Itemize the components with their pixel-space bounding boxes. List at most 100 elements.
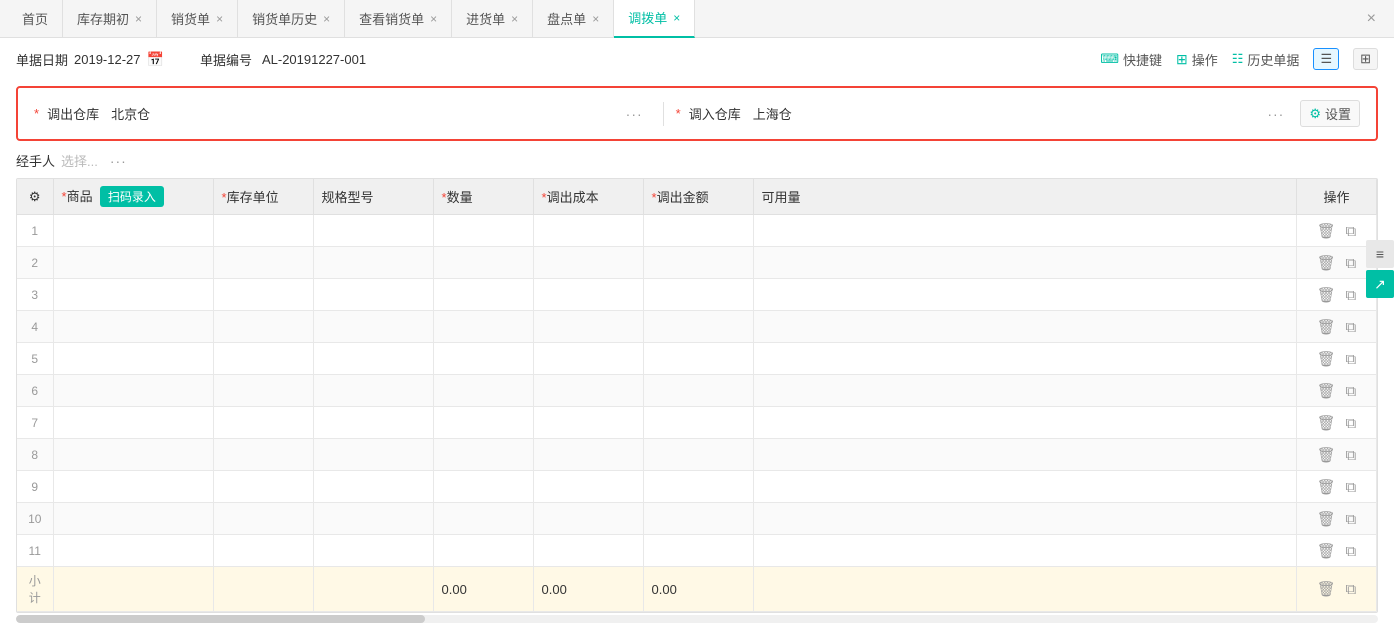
delete-icon[interactable]: 🗑 — [1317, 223, 1336, 240]
delete-icon[interactable]: 🗑 — [1317, 351, 1336, 368]
cell-product[interactable] — [53, 407, 213, 439]
operation-btn[interactable]: ⊞ 操作 — [1176, 50, 1218, 69]
cell-amount[interactable] — [643, 311, 753, 343]
cell-amount[interactable] — [643, 439, 753, 471]
float-expand-btn[interactable]: ↗ — [1366, 270, 1394, 298]
tab-home[interactable]: 首页 — [8, 0, 63, 38]
copy-icon[interactable]: ⧉ — [1345, 511, 1356, 528]
delete-icon[interactable]: 🗑 — [1317, 319, 1336, 336]
copy-icon[interactable]: ⧉ — [1345, 479, 1356, 496]
cell-qty[interactable] — [433, 439, 533, 471]
transfer-out-more-btn[interactable]: ··· — [618, 106, 651, 122]
cell-amount[interactable] — [643, 279, 753, 311]
cell-cost[interactable] — [533, 343, 643, 375]
close-transfer[interactable]: × — [673, 11, 680, 25]
copy-icon[interactable]: ⧉ — [1345, 255, 1356, 272]
cell-cost[interactable] — [533, 279, 643, 311]
cell-product[interactable] — [53, 471, 213, 503]
cell-qty[interactable] — [433, 407, 533, 439]
close-stock-init[interactable]: × — [135, 12, 142, 26]
tab-sales-order[interactable]: 销货单 × — [157, 0, 238, 38]
tab-inventory[interactable]: 盘点单 × — [533, 0, 614, 38]
cell-qty[interactable] — [433, 375, 533, 407]
person-more-btn[interactable]: ··· — [110, 153, 127, 169]
cell-amount[interactable] — [643, 471, 753, 503]
float-list-btn[interactable]: ≡ — [1366, 240, 1394, 268]
cell-product[interactable] — [53, 279, 213, 311]
cell-amount[interactable] — [643, 535, 753, 567]
transfer-in-more-btn[interactable]: ··· — [1259, 106, 1292, 122]
subtotal-delete-icon[interactable]: 🗑 — [1317, 581, 1336, 598]
copy-icon[interactable]: ⧉ — [1345, 319, 1356, 336]
close-sales-history[interactable]: × — [323, 12, 330, 26]
cell-amount[interactable] — [643, 375, 753, 407]
close-sales-order[interactable]: × — [216, 12, 223, 26]
cell-cost[interactable] — [533, 375, 643, 407]
horizontal-scrollbar[interactable] — [16, 615, 1378, 623]
cell-amount[interactable] — [643, 215, 753, 247]
tab-purchase[interactable]: 进货单 × — [452, 0, 533, 38]
delete-icon[interactable]: 🗑 — [1317, 287, 1336, 304]
copy-icon[interactable]: ⧉ — [1345, 223, 1356, 240]
cell-qty[interactable] — [433, 279, 533, 311]
cell-qty[interactable] — [433, 503, 533, 535]
copy-icon[interactable]: ⧉ — [1345, 351, 1356, 368]
cell-product[interactable] — [53, 375, 213, 407]
scan-btn[interactable]: 扫码录入 — [100, 186, 164, 207]
delete-icon[interactable]: 🗑 — [1317, 479, 1336, 496]
cell-qty[interactable] — [433, 215, 533, 247]
cell-product[interactable] — [53, 503, 213, 535]
close-view-sales[interactable]: × — [430, 12, 437, 26]
cell-qty[interactable] — [433, 471, 533, 503]
copy-icon[interactable]: ⧉ — [1345, 415, 1356, 432]
copy-icon[interactable]: ⧉ — [1345, 383, 1356, 400]
cell-qty[interactable] — [433, 311, 533, 343]
cell-product[interactable] — [53, 535, 213, 567]
cell-cost[interactable] — [533, 215, 643, 247]
cell-cost[interactable] — [533, 407, 643, 439]
subtotal-copy-icon[interactable]: ⧉ — [1345, 581, 1356, 598]
cell-qty[interactable] — [433, 247, 533, 279]
cell-cost[interactable] — [533, 535, 643, 567]
history-btn[interactable]: ☷ 历史单据 — [1232, 50, 1300, 69]
cell-cost[interactable] — [533, 439, 643, 471]
cell-cost[interactable] — [533, 311, 643, 343]
copy-icon[interactable]: ⧉ — [1345, 287, 1356, 304]
delete-icon[interactable]: 🗑 — [1317, 447, 1336, 464]
delete-icon[interactable]: 🗑 — [1317, 383, 1336, 400]
delete-icon[interactable]: 🗑 — [1317, 511, 1336, 528]
cell-product[interactable] — [53, 311, 213, 343]
close-window-btn[interactable]: × — [1357, 10, 1386, 28]
cell-amount[interactable] — [643, 503, 753, 535]
th-gear[interactable]: ⚙ — [17, 179, 53, 215]
tab-stock-init[interactable]: 库存期初 × — [63, 0, 157, 38]
cell-product[interactable] — [53, 247, 213, 279]
layout1-btn[interactable]: ☰ — [1313, 48, 1339, 70]
delete-icon[interactable]: 🗑 — [1317, 255, 1336, 272]
delete-icon[interactable]: 🗑 — [1317, 543, 1336, 560]
tab-view-sales[interactable]: 查看销货单 × — [345, 0, 452, 38]
shortcut-btn[interactable]: ⌨ 快捷键 — [1100, 50, 1162, 69]
close-inventory[interactable]: × — [592, 12, 599, 26]
close-purchase[interactable]: × — [511, 12, 518, 26]
cell-cost[interactable] — [533, 471, 643, 503]
tab-transfer[interactable]: 调拨单 × — [614, 0, 695, 38]
cell-qty[interactable] — [433, 343, 533, 375]
cell-cost[interactable] — [533, 503, 643, 535]
calendar-icon[interactable]: 📅 — [147, 51, 164, 68]
layout2-btn[interactable]: ⊞ — [1353, 48, 1378, 70]
delete-icon[interactable]: 🗑 — [1317, 415, 1336, 432]
cell-amount[interactable] — [643, 407, 753, 439]
cell-amount[interactable] — [643, 247, 753, 279]
cell-qty[interactable] — [433, 535, 533, 567]
copy-icon[interactable]: ⧉ — [1345, 543, 1356, 560]
cell-product[interactable] — [53, 215, 213, 247]
copy-icon[interactable]: ⧉ — [1345, 447, 1356, 464]
person-select[interactable]: 选择... — [61, 151, 98, 170]
tab-sales-history[interactable]: 销货单历史 × — [238, 0, 345, 38]
cell-product[interactable] — [53, 343, 213, 375]
cell-product[interactable] — [53, 439, 213, 471]
cell-amount[interactable] — [643, 343, 753, 375]
cell-cost[interactable] — [533, 247, 643, 279]
settings-btn[interactable]: ⚙ 设置 — [1300, 100, 1360, 127]
